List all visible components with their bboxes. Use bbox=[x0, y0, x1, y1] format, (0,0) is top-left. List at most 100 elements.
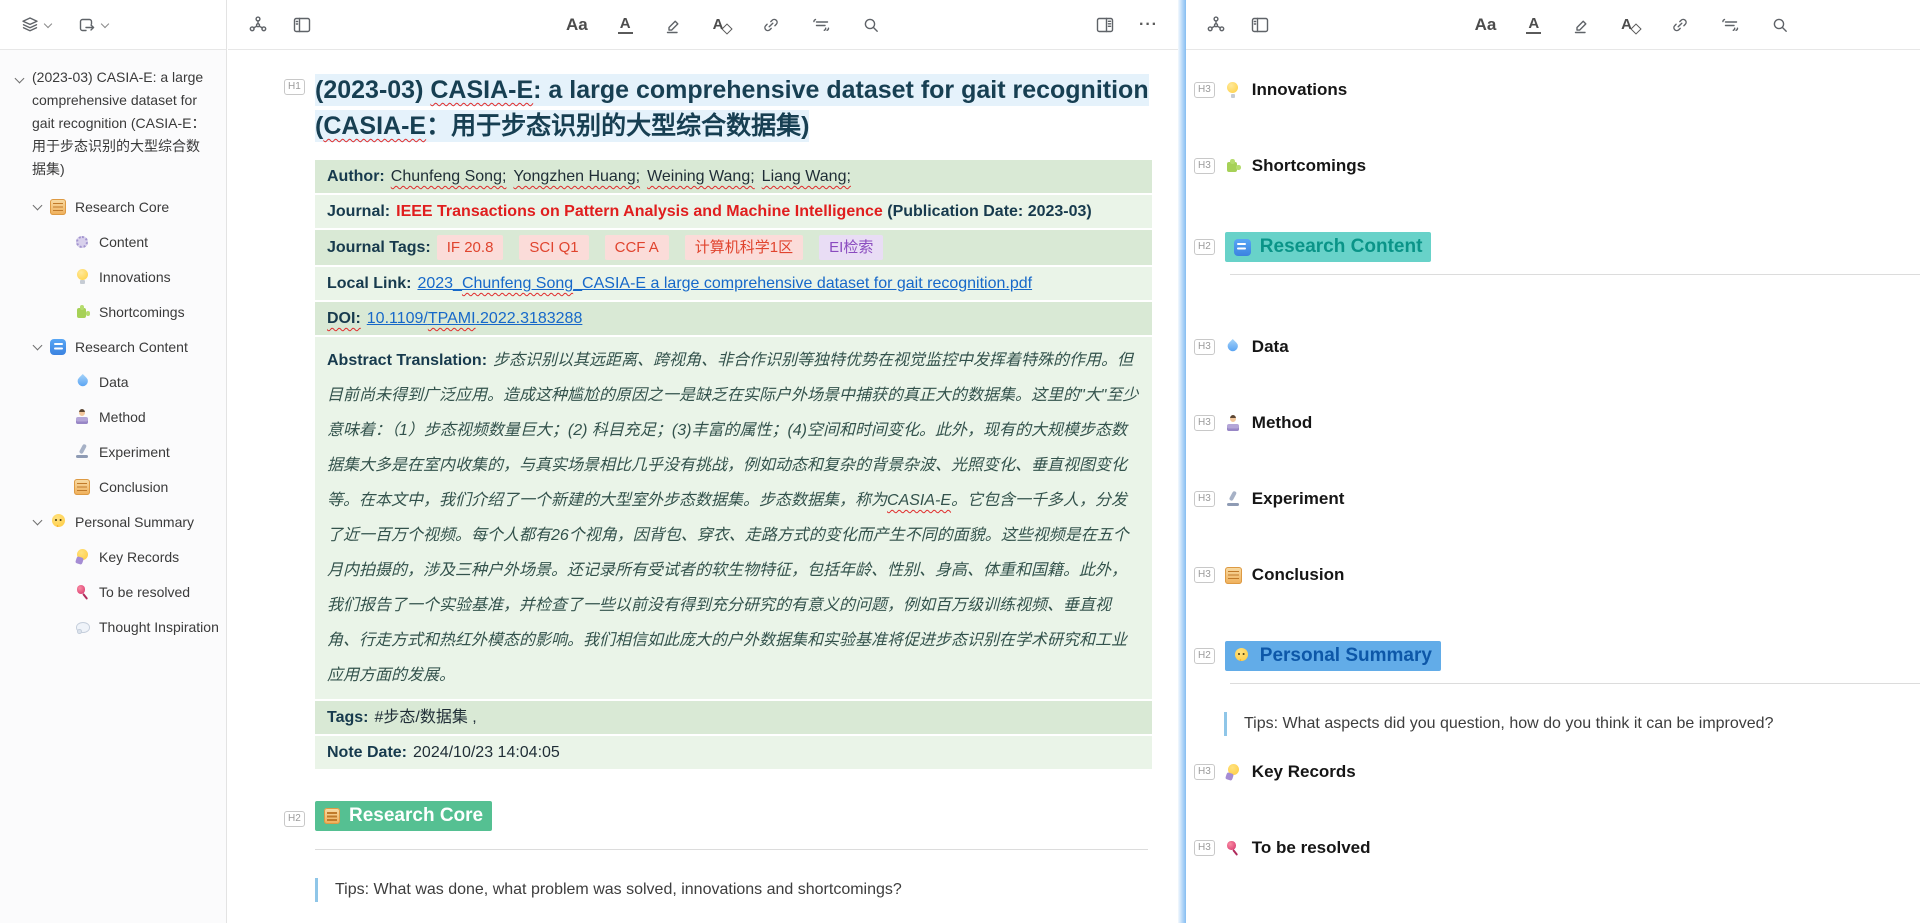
quote-button[interactable] bbox=[809, 13, 833, 37]
sidebar-item-label: Content bbox=[99, 233, 149, 250]
section-heading: Research Core bbox=[315, 801, 493, 831]
repeat-icon bbox=[50, 338, 66, 355]
local-pdf-link[interactable]: 2023_Chunfeng Song_CASIA-E a large compr… bbox=[417, 275, 1032, 292]
font-size-button[interactable]: Aa bbox=[1473, 13, 1499, 37]
chevron-down-icon[interactable] bbox=[32, 515, 43, 525]
sidebar-item-to-be-resolved[interactable]: To be resolved bbox=[0, 574, 226, 609]
sidebar-item-personal-summary[interactable]: Personal Summary bbox=[0, 504, 226, 539]
journal-tag-badge: CCF A bbox=[604, 235, 669, 260]
sidebar-item-content[interactable]: Content bbox=[0, 224, 226, 259]
sidebar-item-label: Innovations bbox=[99, 268, 171, 285]
search-button[interactable] bbox=[859, 13, 883, 37]
bulb-icon bbox=[74, 268, 90, 285]
section-heading: Method bbox=[1251, 413, 1313, 432]
clear-format-button[interactable]: A bbox=[1619, 14, 1642, 35]
heading-gutter-badge: H2 bbox=[1194, 239, 1215, 255]
heading-gutter-badge: H3 bbox=[1194, 82, 1215, 98]
search-button[interactable] bbox=[1768, 13, 1792, 37]
repeat-icon bbox=[1233, 238, 1251, 256]
quote-button[interactable] bbox=[1718, 13, 1742, 37]
graph-button[interactable] bbox=[246, 13, 270, 37]
publication-date: (Publication Date: 2023-03) bbox=[887, 203, 1092, 220]
section-shortcomings: H3 Shortcomings bbox=[1194, 156, 1900, 176]
export-button[interactable] bbox=[75, 13, 110, 37]
clear-format-icon: A bbox=[713, 16, 732, 33]
journal-tag-badge: EI检索 bbox=[819, 235, 884, 260]
font-size-button[interactable]: Aa bbox=[564, 13, 590, 37]
sidebar-item-innovations[interactable]: Innovations bbox=[0, 259, 226, 294]
heading-gutter-badge: H1 bbox=[284, 79, 305, 95]
sidebar-item-label: Personal Summary bbox=[75, 513, 195, 530]
chevron-down-icon bbox=[43, 19, 53, 28]
sidebar-item-label: Method bbox=[99, 408, 146, 425]
sidebar-item-shortcomings[interactable]: Shortcomings bbox=[0, 294, 226, 329]
link-button[interactable] bbox=[1668, 13, 1692, 37]
highlight-button[interactable] bbox=[661, 13, 685, 37]
sidebar-item-label: Experiment bbox=[99, 443, 170, 460]
sidebar: (2023-03) CASIA-E: a large comprehensive… bbox=[0, 0, 227, 923]
layers-icon bbox=[22, 16, 38, 31]
journal-row: Journal: IEEE Transactions on Pattern Ana… bbox=[315, 195, 1152, 230]
sidebar-item-research-content[interactable]: Research Content bbox=[0, 329, 226, 364]
document-editor-right: H3 Innovations H3 Shortcomings H2 Resear… bbox=[1186, 50, 1920, 858]
section-innovations: H3 Innovations bbox=[1194, 80, 1900, 100]
section-conclusion: H3 Conclusion bbox=[1194, 565, 1900, 585]
highlight-button[interactable] bbox=[1569, 13, 1593, 37]
notebook-switcher-button[interactable] bbox=[18, 13, 53, 37]
heading-gutter-badge: H3 bbox=[1194, 339, 1215, 355]
puzzle-icon bbox=[1225, 158, 1242, 175]
heading-gutter-badge: H2 bbox=[1194, 648, 1215, 664]
author-name: Weining Wang; bbox=[647, 168, 755, 185]
panel-icon bbox=[293, 17, 311, 32]
underline-button[interactable]: A bbox=[1524, 14, 1543, 36]
section-to-be-resolved: H3 To be resolved bbox=[1194, 838, 1900, 858]
scroll-icon bbox=[50, 198, 66, 215]
chevron-down-icon[interactable] bbox=[32, 340, 43, 350]
section-heading: Shortcomings bbox=[1251, 156, 1367, 175]
split-view-button[interactable] bbox=[1093, 13, 1117, 37]
panel-icon bbox=[1251, 17, 1269, 32]
sidebar-item-document[interactable]: (2023-03) CASIA-E: a large comprehensive… bbox=[0, 64, 226, 189]
chevron-down-icon[interactable] bbox=[14, 73, 25, 84]
divider bbox=[1230, 274, 1920, 275]
section-heading: Conclusion bbox=[1251, 565, 1345, 584]
sidebar-item-thought-inspiration[interactable]: Thought Inspiration bbox=[0, 609, 226, 644]
sidebar-item-label: To be resolved bbox=[99, 583, 191, 600]
split-view-icon bbox=[1096, 17, 1114, 32]
search-icon bbox=[1773, 18, 1787, 32]
pane-divider[interactable] bbox=[1178, 0, 1186, 923]
panel-button[interactable] bbox=[1248, 13, 1272, 37]
font-size-icon: Aa bbox=[566, 14, 588, 34]
app-window: (2023-03) CASIA-E: a large comprehensive… bbox=[0, 0, 1920, 923]
link-button[interactable] bbox=[759, 13, 783, 37]
title-block: H1 (2023-03) CASIA-E: a large comprehens… bbox=[284, 72, 1152, 144]
thought-balloon-icon bbox=[74, 619, 90, 635]
document-editor: H1 (2023-03) CASIA-E: a large comprehens… bbox=[228, 50, 1178, 923]
editor-pane-left: Aa A A ··· H1 (2023-03) CASIA-E: a large… bbox=[228, 0, 1178, 923]
chevron-down-icon bbox=[100, 19, 110, 28]
author-name: Chunfeng Song; bbox=[390, 168, 507, 185]
chevron-down-icon[interactable] bbox=[32, 200, 43, 210]
sidebar-item-data[interactable]: Data bbox=[0, 364, 226, 399]
underline-button[interactable]: A bbox=[616, 14, 635, 36]
highlight-icon bbox=[1574, 20, 1587, 33]
note-date-value: 2024/10/23 14:04:05 bbox=[413, 744, 560, 761]
sidebar-item-method[interactable]: Method bbox=[0, 399, 226, 434]
divider bbox=[1230, 683, 1920, 684]
quote-icon bbox=[1722, 18, 1739, 31]
sidebar-item-research-core[interactable]: Research Core bbox=[0, 189, 226, 224]
note-date-row: Note Date: 2024/10/23 14:04:05 bbox=[315, 736, 1152, 771]
graph-button[interactable] bbox=[1204, 13, 1228, 37]
clear-format-button[interactable]: A bbox=[711, 14, 734, 35]
underline-icon: A bbox=[1526, 14, 1542, 34]
more-button[interactable]: ··· bbox=[1137, 15, 1160, 33]
section-heading: Data bbox=[1251, 337, 1289, 356]
sidebar-item-experiment[interactable]: Experiment bbox=[0, 434, 226, 469]
sidebar-item-conclusion[interactable]: Conclusion bbox=[0, 469, 226, 504]
section-heading: Personal Summary bbox=[1224, 641, 1441, 671]
abstract-text: 步态识别以其远距离、跨视角、非合作识别等独特优势在视觉监控中发挥着特殊的作用。但… bbox=[327, 352, 1139, 684]
more-icon: ··· bbox=[1139, 15, 1158, 33]
doi-link[interactable]: 10.1109/TPAMI.2022.3183288 bbox=[367, 310, 583, 327]
sidebar-item-key-records[interactable]: Key Records bbox=[0, 539, 226, 574]
panel-button[interactable] bbox=[290, 13, 314, 37]
